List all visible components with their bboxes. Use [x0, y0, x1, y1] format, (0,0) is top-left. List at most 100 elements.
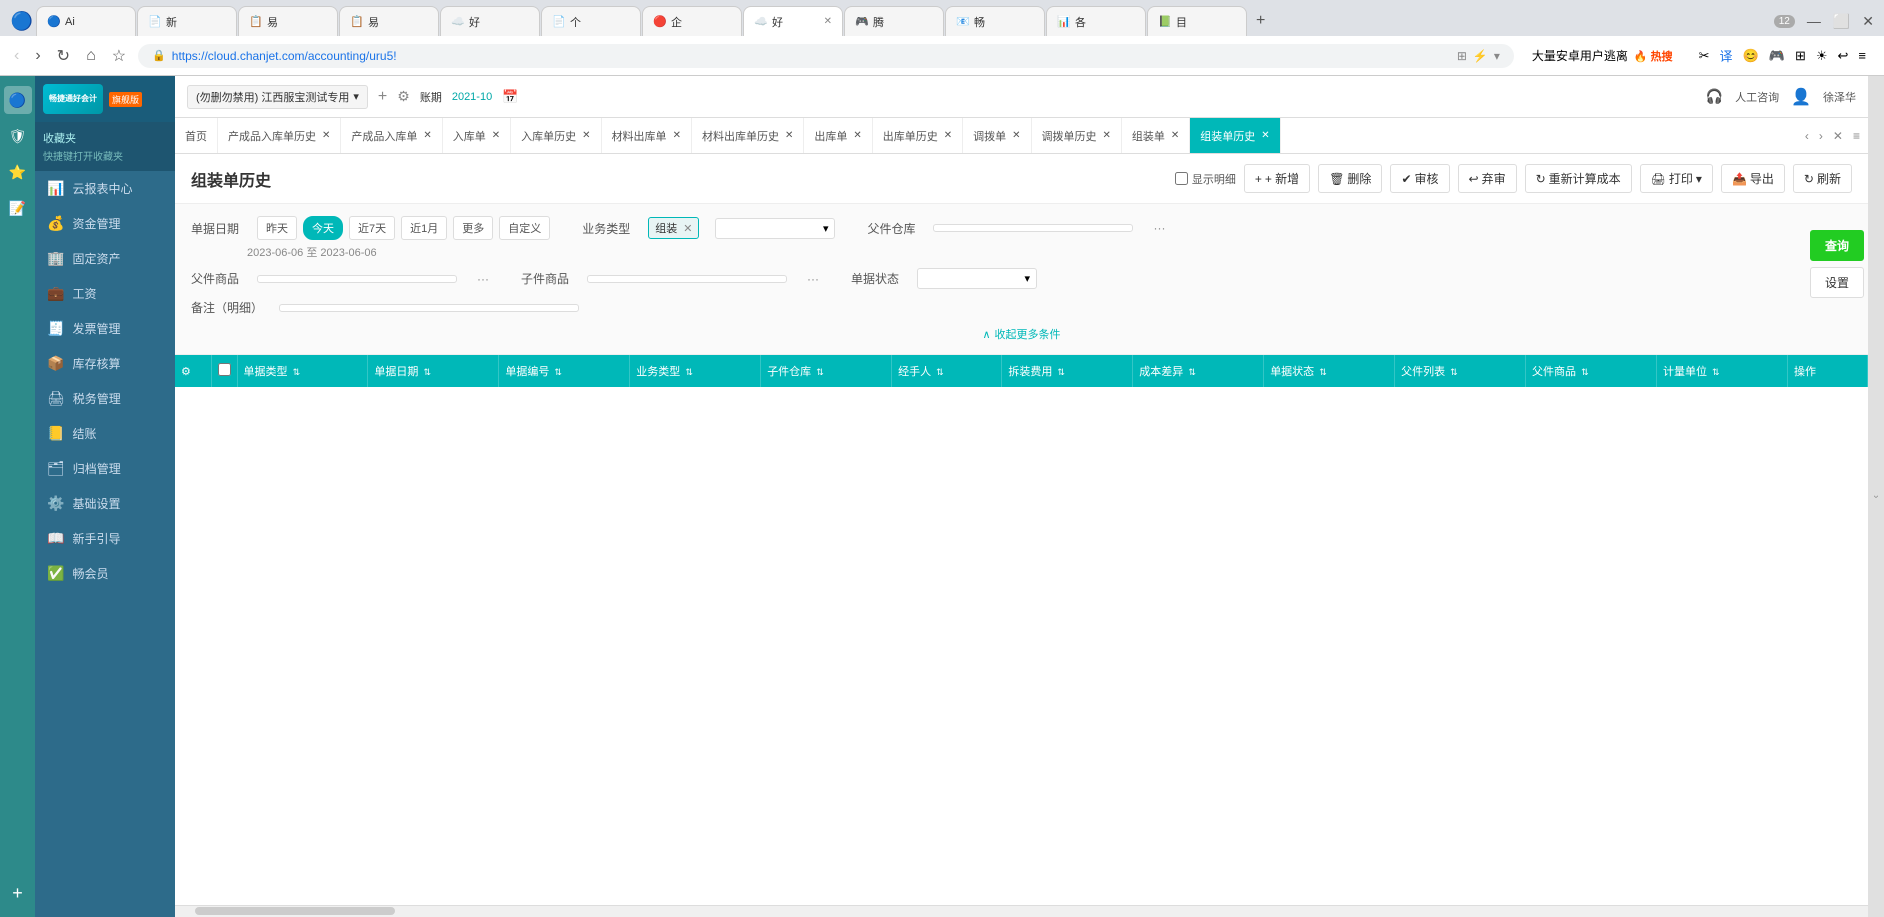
calendar-icon[interactable]: 📅 [502, 89, 518, 105]
page-tab-12-active[interactable]: 组装单历史 ✕ [1190, 118, 1280, 154]
emoji-icon[interactable]: 😊 [1743, 48, 1759, 64]
page-tab-4-close[interactable]: ✕ [582, 130, 590, 141]
browser-tab-12[interactable]: 📗 目 [1147, 6, 1247, 36]
col-bill-type[interactable]: 单据类型 ⇅ [237, 355, 368, 387]
collapse-btn[interactable]: ∧ 收起更多条件 [191, 326, 1852, 342]
scrollbar-thumb[interactable] [195, 907, 395, 915]
abandon-button[interactable]: ↩ 弃审 [1458, 164, 1517, 193]
page-tab-home[interactable]: 首页 [175, 118, 218, 154]
date-btn-today[interactable]: 今天 [303, 216, 343, 240]
browser-tab-7[interactable]: 🔴 企 [642, 6, 742, 36]
game-icon[interactable]: 🎮 [1769, 48, 1785, 64]
col-child-warehouse-sort[interactable]: ⇅ [816, 367, 824, 377]
home-button[interactable]: ⌂ [82, 43, 100, 69]
refresh-nav-button[interactable]: ↻ [53, 42, 74, 70]
date-btn-yesterday[interactable]: 昨天 [257, 216, 297, 240]
print-button[interactable]: 🖨 打印 ▾ [1640, 164, 1713, 193]
page-tab-6[interactable]: 材料出库单历史 ✕ [692, 118, 804, 154]
nav-item-tax[interactable]: 🖨 税务管理 [35, 381, 175, 416]
qr-icon[interactable]: ⊞ [1457, 49, 1467, 63]
sidebar-narrow-item-2[interactable]: 🛡 [4, 122, 32, 150]
nav-item-salary[interactable]: 💼 工资 [35, 276, 175, 311]
sidebar-narrow-add[interactable]: + [4, 879, 32, 907]
browser-tab-3[interactable]: 📋 易 [238, 6, 338, 36]
page-tab-3-close[interactable]: ✕ [492, 130, 500, 141]
table-checkbox-col[interactable] [211, 355, 237, 387]
table-settings-col[interactable]: ⚙ [175, 355, 211, 387]
select-all-checkbox[interactable] [218, 363, 231, 376]
business-type-dropdown[interactable]: ▾ [715, 218, 835, 239]
col-business-type[interactable]: 业务类型 ⇅ [630, 355, 761, 387]
col-parent-goods-sort[interactable]: ⇅ [1581, 367, 1589, 377]
sidebar-narrow-item-3[interactable]: ⭐ [4, 158, 32, 186]
nav-item-cloud-reports[interactable]: 📊 云报表中心 [35, 171, 175, 206]
menu-icon[interactable]: ≡ [1858, 48, 1866, 63]
browser-tab-9[interactable]: 🎮 腾 [844, 6, 944, 36]
maximize-button[interactable]: ⬜ [1833, 13, 1850, 30]
browser-tab-6[interactable]: 📄 个 [541, 6, 641, 36]
col-bill-type-sort[interactable]: ⇅ [293, 367, 301, 377]
scissors-icon[interactable]: ✂ [1699, 48, 1710, 64]
translate-icon[interactable]: 译 [1720, 46, 1733, 65]
page-tab-10[interactable]: 调拨单历史 ✕ [1032, 118, 1122, 154]
url-bar[interactable]: 🔒 https://cloud.chanjet.com/accounting/u… [138, 44, 1514, 68]
col-business-type-sort[interactable]: ⇅ [685, 367, 693, 377]
page-tab-10-close[interactable]: ✕ [1103, 130, 1111, 141]
col-assembly-fee-sort[interactable]: ⇅ [1057, 367, 1065, 377]
back-button[interactable]: ‹ [10, 43, 23, 69]
bookmark-button[interactable]: ☆ [108, 42, 130, 70]
col-handler-sort[interactable]: ⇅ [936, 367, 944, 377]
col-handler[interactable]: 经手人 ⇅ [892, 355, 1002, 387]
date-btn-1month[interactable]: 近1月 [401, 216, 447, 240]
browser-tab-8[interactable]: ☁️ 好 ✕ [743, 6, 843, 36]
favorites-section[interactable]: 收藏夹 快捷键打开收藏夹 [35, 122, 175, 171]
recalculate-button[interactable]: ↻ 重新计算成本 [1525, 164, 1632, 193]
col-unit[interactable]: 计量单位 ⇅ [1656, 355, 1787, 387]
note-input[interactable] [279, 304, 579, 312]
export-button[interactable]: 📤 导出 [1721, 164, 1785, 193]
right-panel-toggle[interactable]: › [1868, 76, 1884, 917]
date-btn-custom[interactable]: 自定义 [499, 216, 550, 240]
undo-icon[interactable]: ↩ [1838, 48, 1849, 64]
parent-warehouse-input[interactable] [933, 224, 1133, 232]
browser-tab-10[interactable]: 📧 畅 [945, 6, 1045, 36]
page-tab-8-close[interactable]: ✕ [944, 130, 952, 141]
nav-item-archive[interactable]: 🗂 归档管理 [35, 451, 175, 486]
nav-item-fixed-assets[interactable]: 🏢 固定资产 [35, 241, 175, 276]
page-tab-9-close[interactable]: ✕ [1012, 130, 1020, 141]
display-detail-checkbox[interactable] [1175, 172, 1188, 185]
page-tab-11[interactable]: 组装单 ✕ [1122, 118, 1190, 154]
page-tab-6-close[interactable]: ✕ [785, 130, 793, 141]
col-bill-status[interactable]: 单据状态 ⇅ [1264, 355, 1395, 387]
col-bill-date[interactable]: 单据日期 ⇅ [368, 355, 499, 387]
forward-button[interactable]: › [31, 43, 44, 69]
delete-button[interactable]: 🗑 删除 [1318, 164, 1382, 193]
business-type-tag-close[interactable]: ✕ [683, 222, 692, 235]
table-settings-icon[interactable]: ⚙ [181, 366, 191, 378]
settings-gear-icon[interactable]: ⚙ [397, 88, 410, 105]
parent-goods-dots[interactable]: ··· [477, 272, 489, 286]
new-button[interactable]: + + 新增 [1244, 164, 1310, 193]
nav-item-inventory[interactable]: 📦 库存核算 [35, 346, 175, 381]
page-tab-7-close[interactable]: ✕ [853, 130, 861, 141]
browser-tab-new[interactable]: 📄 新 [137, 6, 237, 36]
browser-tab-4[interactable]: 📋 易 [339, 6, 439, 36]
sidebar-narrow-item-4[interactable]: 📝 [4, 194, 32, 222]
audit-button[interactable]: ✔ 审核 [1390, 164, 1449, 193]
nav-item-member[interactable]: ✅ 畅会员 [35, 556, 175, 591]
page-tab-1[interactable]: 产成品入库单历史 ✕ [218, 118, 341, 154]
minimize-button[interactable]: — [1807, 13, 1821, 29]
date-btn-7days[interactable]: 近7天 [349, 216, 395, 240]
nav-item-settings[interactable]: ⚙️ 基础设置 [35, 486, 175, 521]
support-label[interactable]: 人工咨询 [1735, 89, 1779, 105]
tab-menu[interactable]: ≡ [1849, 127, 1864, 145]
page-tab-4[interactable]: 入库单历史 ✕ [511, 118, 601, 154]
page-tab-2[interactable]: 产成品入库单 ✕ [341, 118, 442, 154]
tab-close-8[interactable]: ✕ [824, 16, 832, 27]
col-bill-no-sort[interactable]: ⇅ [554, 367, 562, 377]
tab-scroll-left[interactable]: ‹ [1801, 127, 1813, 145]
nav-item-guide[interactable]: 📖 新手引导 [35, 521, 175, 556]
dropdown-icon[interactable]: ▾ [1494, 49, 1500, 63]
tab-scroll-right[interactable]: › [1815, 127, 1827, 145]
business-type-tag[interactable]: 组装 ✕ [648, 217, 699, 239]
